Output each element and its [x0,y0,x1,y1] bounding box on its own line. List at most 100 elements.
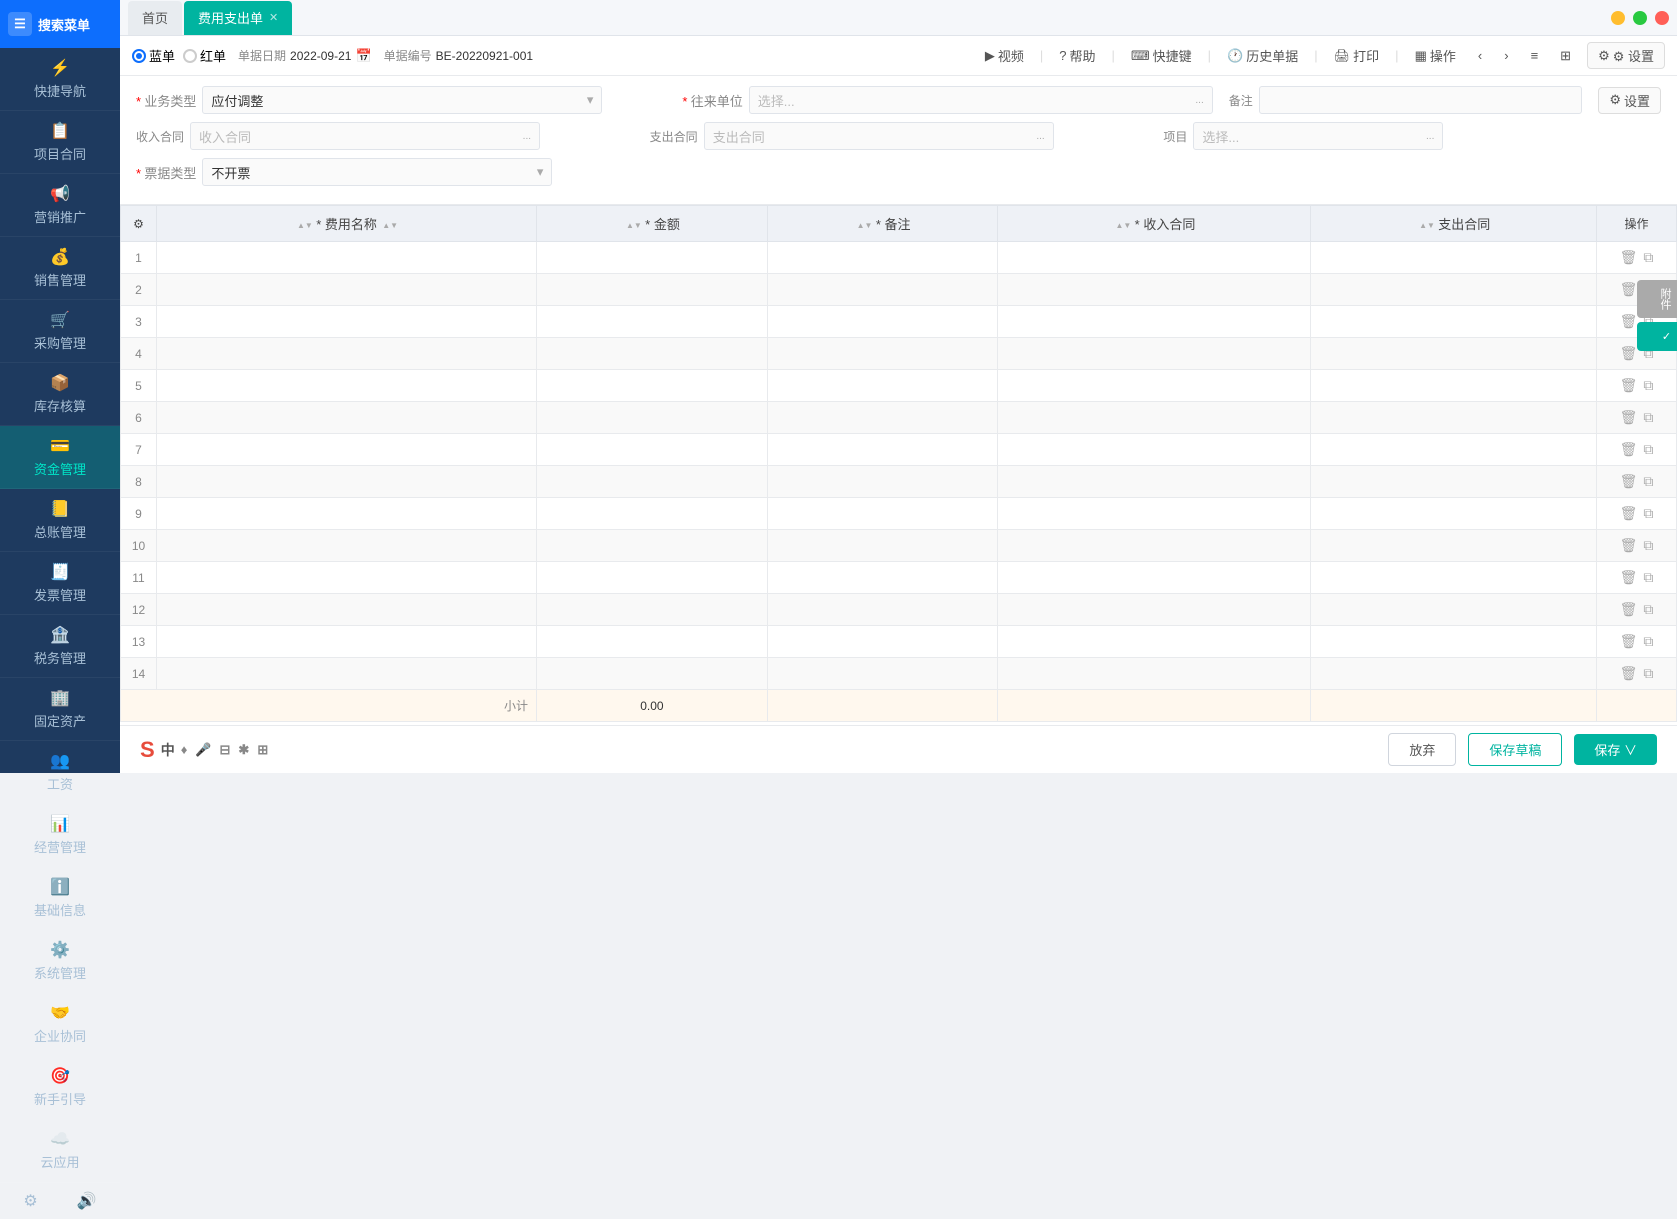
expense-name-cell-7[interactable] [157,434,537,466]
sidebar-item-sales-promotion[interactable]: 📢 营销推广 [0,174,120,237]
income-contract-cell-2[interactable] [998,274,1311,306]
video-button[interactable]: ▶ 视频 [979,44,1030,67]
print-button[interactable]: 🖨 打印 [1328,44,1386,67]
delete-icon-12[interactable]: 🗑 [1620,601,1638,618]
notes-cell-6[interactable] [767,402,998,434]
copy-icon-8[interactable]: ⧉ [1643,473,1653,490]
grid-icon-bottom[interactable]: ⊞ [257,742,268,758]
notes-cell-13[interactable] [767,626,998,658]
biz-type-input[interactable]: 应付调整 ▾ [202,86,602,114]
tab-home[interactable]: 首页 [128,1,182,35]
income-contract-cell-1[interactable] [998,242,1311,274]
settings-icon[interactable]: ⚙ [23,1191,37,1211]
delete-icon-5[interactable]: 🗑 [1620,377,1638,394]
expense-contract-cell-1[interactable] [1311,242,1597,274]
expense-name-cell-9[interactable] [157,498,537,530]
delete-icon-7[interactable]: 🗑 [1620,441,1638,458]
copy-icon-14[interactable]: ⧉ [1643,665,1653,682]
notes-cell-10[interactable] [767,530,998,562]
delete-icon-1[interactable]: 🗑 [1620,249,1638,266]
expense-contract-cell-4[interactable] [1311,338,1597,370]
expense-name-cell-1[interactable] [157,242,537,274]
expense-contract-cell-2[interactable] [1311,274,1597,306]
sidebar-header[interactable]: ☰ 搜索菜单 [0,0,120,48]
expense-contract-input[interactable]: 支出合同 ... [704,122,1054,150]
green-tab[interactable]: ✓ [1637,322,1677,351]
sidebar-item-fixed-assets[interactable]: 🏢 固定资产 [0,678,120,741]
income-contract-cell-5[interactable] [998,370,1311,402]
top-settings-button[interactable]: ⚙ 设置 [1598,87,1661,114]
amount-cell-11[interactable] [537,562,768,594]
amount-cell-1[interactable] [537,242,768,274]
expense-contract-cell-13[interactable] [1311,626,1597,658]
expense-contract-cell-12[interactable] [1311,594,1597,626]
income-contract-cell-12[interactable] [998,594,1311,626]
copy-icon-9[interactable]: ⧉ [1643,505,1653,522]
sidebar-item-purchase-mgmt[interactable]: 🛒 采购管理 [0,300,120,363]
sidebar-item-new-guide[interactable]: 🎯 新手引导 [0,1056,120,1119]
income-contract-cell-10[interactable] [998,530,1311,562]
expense-name-cell-2[interactable] [157,274,537,306]
sort-icon[interactable]: ▲▼ [297,222,313,230]
notes-cell-8[interactable] [767,466,998,498]
notes-cell-5[interactable] [767,370,998,402]
amount-cell-8[interactable] [537,466,768,498]
shortcut-button[interactable]: ⌨ 快捷键 [1125,44,1198,67]
notes-cell-14[interactable] [767,658,998,690]
amount-cell-3[interactable] [537,306,768,338]
sidebar-item-basic-info[interactable]: ℹ️ 基础信息 [0,867,120,930]
audio-icon[interactable]: 🔊 [77,1191,97,1211]
sort-icon-6[interactable]: ▲▼ [1419,222,1435,230]
amount-cell-6[interactable] [537,402,768,434]
notes-cell-7[interactable] [767,434,998,466]
close-button[interactable]: ✕ [1655,11,1669,25]
sidebar-item-quick-nav[interactable]: ⚡ 快捷导航 [0,48,120,111]
nav-prev-button[interactable]: ‹ [1472,46,1488,65]
expense-name-cell-14[interactable] [157,658,537,690]
copy-icon-13[interactable]: ⧉ [1643,633,1653,650]
expense-name-cell-13[interactable] [157,626,537,658]
income-contract-cell-9[interactable] [998,498,1311,530]
sort-icon-3[interactable]: ▲▼ [626,222,642,230]
sidebar-item-system-mgmt[interactable]: ⚙️ 系统管理 [0,930,120,993]
sidebar-item-enterprise-collab[interactable]: 🤝 企业协同 [0,993,120,1056]
delete-icon-3[interactable]: 🗑 [1620,313,1638,330]
notes-cell-1[interactable] [767,242,998,274]
settings-button[interactable]: ⚙ ⚙ 设置 [1587,42,1665,69]
income-contract-cell-7[interactable] [998,434,1311,466]
sidebar-item-ledger-mgmt[interactable]: 📒 总账管理 [0,489,120,552]
invoice-type-input[interactable]: 不开票 ▾ [202,158,552,186]
sort-icon-2[interactable]: ▲▼ [382,222,398,230]
operation-button[interactable]: ▦ 操作 [1409,44,1462,67]
sort-icon-4[interactable]: ▲▼ [857,222,873,230]
blue-radio[interactable]: 蓝单 [132,46,175,65]
amount-cell-13[interactable] [537,626,768,658]
attach-tab[interactable]: 附件 [1637,280,1677,318]
copy-icon-10[interactable]: ⧉ [1643,537,1653,554]
copy-icon-5[interactable]: ⧉ [1643,377,1653,394]
notes-cell-4[interactable] [767,338,998,370]
expense-name-cell-12[interactable] [157,594,537,626]
notes-cell-2[interactable] [767,274,998,306]
delete-icon-8[interactable]: 🗑 [1620,473,1638,490]
copy-icon-1[interactable]: ⧉ [1643,249,1653,266]
red-radio[interactable]: 红单 [183,46,226,65]
income-contract-cell-6[interactable] [998,402,1311,434]
tab-expense[interactable]: 费用支出单✕ [184,1,292,35]
notes-input[interactable] [1259,86,1583,114]
amount-cell-9[interactable] [537,498,768,530]
expense-contract-cell-5[interactable] [1311,370,1597,402]
income-contract-cell-4[interactable] [998,338,1311,370]
sidebar-item-project-contract[interactable]: 📋 项目合同 [0,111,120,174]
grid-view-button[interactable]: ⊞ [1554,46,1577,66]
expense-name-cell-3[interactable] [157,306,537,338]
amount-cell-5[interactable] [537,370,768,402]
expense-name-cell-4[interactable] [157,338,537,370]
maximize-button[interactable]: □ [1633,11,1647,25]
discard-button[interactable]: 放弃 [1388,733,1456,766]
delete-icon-2[interactable]: 🗑 [1620,281,1638,298]
search-icon[interactable]: ☰ [8,12,32,36]
sidebar-item-inventory[interactable]: 📦 库存核算 [0,363,120,426]
help-button[interactable]: ? 帮助 [1053,44,1101,67]
expense-name-cell-5[interactable] [157,370,537,402]
